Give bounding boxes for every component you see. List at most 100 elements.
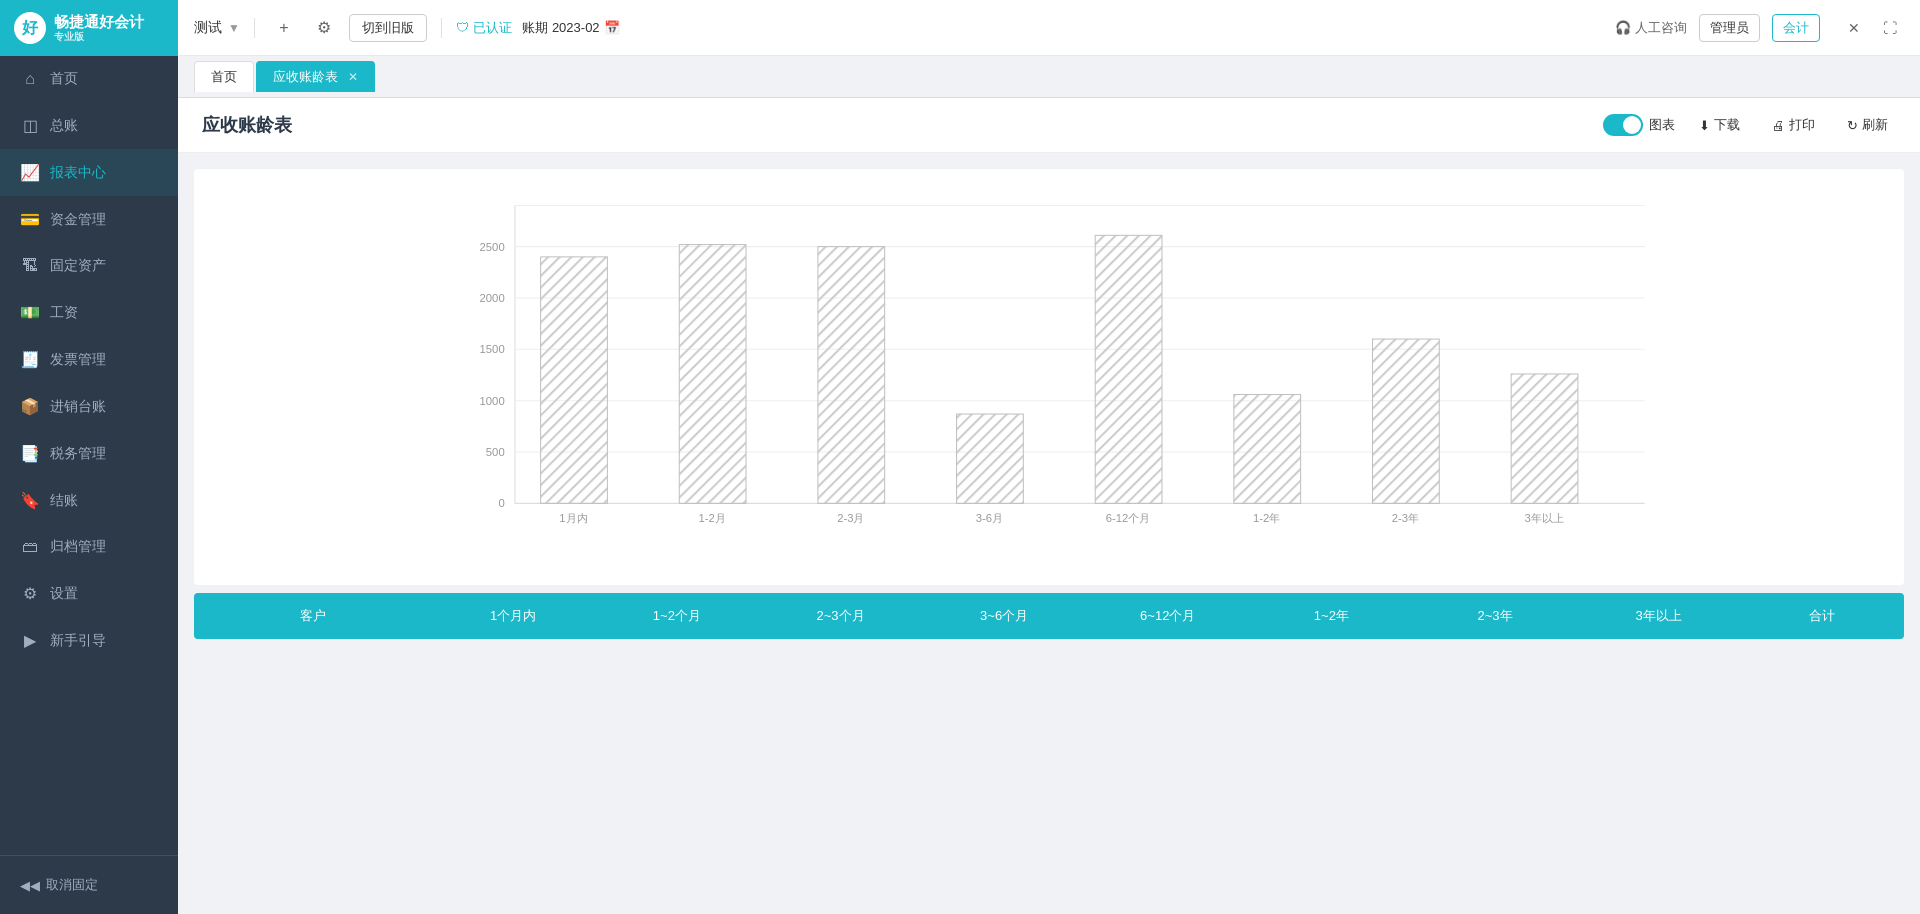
sidebar-item-label: 首页 — [50, 70, 78, 88]
topbar-right: 🎧 人工咨询 管理员 会计 ✕ ⛶ — [1615, 14, 1904, 42]
sidebar-item-wages[interactable]: 💵 工资 — [0, 289, 178, 336]
svg-text:1500: 1500 — [480, 343, 505, 355]
tab-home[interactable]: 首页 — [194, 61, 254, 92]
main-area: 测试 ▼ + ⚙ 切到旧版 🛡 已认证 账期 2023-02 📅 🎧 人工咨询 … — [178, 0, 1920, 914]
page-header: 应收账龄表 图表 ⬇ 下载 🖨 打印 ↻ 刷新 — [178, 98, 1920, 153]
th-3-6month: 3~6个月 — [922, 593, 1086, 639]
sidebar-item-archive[interactable]: 🗃 归档管理 — [0, 524, 178, 570]
svg-text:3年以上: 3年以上 — [1524, 512, 1563, 524]
table-header: 客户 1个月内 1~2个月 2~3个月 3~6个月 6~12个月 1~2年 2~… — [194, 593, 1904, 639]
tab-close-icon[interactable]: ✕ — [348, 70, 358, 84]
window-controls: ✕ ⛶ — [1840, 14, 1904, 42]
bar-4 — [957, 414, 1024, 503]
svg-text:1-2年: 1-2年 — [1253, 512, 1280, 524]
content-area: 应收账龄表 图表 ⬇ 下载 🖨 打印 ↻ 刷新 — [178, 98, 1920, 914]
project-selector[interactable]: 测试 ▼ — [194, 19, 240, 37]
close-window-button[interactable]: ✕ — [1840, 14, 1868, 42]
sidebar-item-label: 进销台账 — [50, 398, 106, 416]
page-actions: 图表 ⬇ 下载 🖨 打印 ↻ 刷新 — [1603, 112, 1896, 138]
print-icon: 🖨 — [1772, 118, 1785, 133]
sidebar-item-stock[interactable]: 📦 进销台账 — [0, 383, 178, 430]
bar-8 — [1511, 374, 1578, 503]
sidebar-item-label: 归档管理 — [50, 538, 106, 556]
dropdown-icon: ▼ — [228, 21, 240, 35]
assets-icon: 🏗 — [20, 257, 40, 275]
sidebar-item-label: 结账 — [50, 492, 78, 510]
wages-icon: 💵 — [20, 303, 40, 322]
archive-icon: 🗃 — [20, 538, 40, 556]
add-button[interactable]: + — [269, 13, 299, 43]
plus-icon: + — [279, 19, 288, 37]
chart-toggle-switch[interactable] — [1603, 114, 1643, 136]
th-1month: 1个月内 — [431, 593, 595, 639]
topbar: 测试 ▼ + ⚙ 切到旧版 🛡 已认证 账期 2023-02 📅 🎧 人工咨询 … — [178, 0, 1920, 56]
app-name: 畅捷通好会计 — [54, 13, 144, 31]
svg-text:500: 500 — [486, 446, 505, 458]
shield-icon: 🛡 — [456, 20, 469, 35]
sidebar-item-guide[interactable]: ▶ 新手引导 — [0, 617, 178, 664]
sidebar-item-reports[interactable]: 📈 报表中心 — [0, 149, 178, 196]
bar-1 — [541, 257, 608, 503]
svg-text:2-3月: 2-3月 — [837, 512, 864, 524]
sidebar-item-tax[interactable]: 📑 税务管理 — [0, 430, 178, 477]
bar-chart: 0 500 1000 1500 2000 2500 1月内 1-2月 2-3月 — [210, 185, 1888, 565]
th-6-12month: 6~12个月 — [1086, 593, 1250, 639]
svg-text:3-6月: 3-6月 — [976, 512, 1003, 524]
sidebar: 好 畅捷通好会计 专业版 ⌂ 首页 ◫ 总账 📈 报表中心 💳 资金管理 🏗 固… — [0, 0, 178, 914]
tab-aging-report[interactable]: 应收账龄表 ✕ — [256, 61, 375, 92]
calendar-icon[interactable]: 📅 — [604, 20, 620, 35]
download-button[interactable]: ⬇ 下载 — [1691, 112, 1748, 138]
th-1-2month: 1~2个月 — [595, 593, 759, 639]
switch-version-button[interactable]: 切到旧版 — [349, 14, 427, 42]
th-total: 合计 — [1740, 593, 1904, 639]
stock-icon: 📦 — [20, 397, 40, 416]
chart-toggle: 图表 — [1603, 114, 1675, 136]
bar-5 — [1095, 235, 1162, 503]
sidebar-item-close[interactable]: 🔖 结账 — [0, 477, 178, 524]
consult-label: 人工咨询 — [1635, 19, 1687, 37]
th-2-3year: 2~3年 — [1413, 593, 1577, 639]
cancel-fixed-btn[interactable]: ◀◀ 取消固定 — [0, 866, 178, 904]
svg-text:0: 0 — [498, 497, 504, 509]
sidebar-item-invoices[interactable]: 🧾 发票管理 — [0, 336, 178, 383]
role-button[interactable]: 会计 — [1772, 14, 1820, 42]
tab-aging-report-label: 应收账龄表 — [273, 68, 338, 86]
sidebar-item-funds[interactable]: 💳 资金管理 — [0, 196, 178, 243]
aging-table: 客户 1个月内 1~2个月 2~3个月 3~6个月 6~12个月 1~2年 2~… — [194, 593, 1904, 639]
sidebar-item-assets[interactable]: 🏗 固定资产 — [0, 243, 178, 289]
print-button[interactable]: 🖨 打印 — [1764, 112, 1823, 138]
svg-text:2000: 2000 — [480, 292, 505, 304]
sidebar-nav: ⌂ 首页 ◫ 总账 📈 报表中心 💳 资金管理 🏗 固定资产 💵 工资 🧾 发票… — [0, 56, 178, 855]
funds-icon: 💳 — [20, 210, 40, 229]
sidebar-item-home[interactable]: ⌂ 首页 — [0, 56, 178, 102]
user-button[interactable]: 管理员 — [1699, 14, 1760, 42]
sidebar-item-label: 总账 — [50, 117, 78, 135]
sidebar-item-settings[interactable]: ⚙ 设置 — [0, 570, 178, 617]
print-label: 打印 — [1789, 116, 1815, 134]
settings-button[interactable]: ⚙ — [309, 13, 339, 43]
sidebar-footer: ◀◀ 取消固定 — [0, 855, 178, 914]
tax-icon: 📑 — [20, 444, 40, 463]
th-1-2year: 1~2年 — [1250, 593, 1414, 639]
cancel-fixed-label: 取消固定 — [46, 876, 98, 894]
svg-text:2500: 2500 — [480, 241, 505, 253]
ledger-icon: ◫ — [20, 116, 40, 135]
refresh-button[interactable]: ↻ 刷新 — [1839, 112, 1896, 138]
period-label: 账期 — [522, 19, 548, 37]
sidebar-item-label: 新手引导 — [50, 632, 106, 650]
svg-text:2-3年: 2-3年 — [1392, 512, 1419, 524]
th-2-3month: 2~3个月 — [759, 593, 923, 639]
app-subtitle: 专业版 — [54, 31, 144, 43]
headset-icon: 🎧 — [1615, 20, 1631, 35]
logo-icon: 好 — [14, 12, 46, 44]
tabbar: 首页 应收账龄表 ✕ — [178, 56, 1920, 98]
accounting-period: 账期 2023-02 📅 — [522, 19, 620, 37]
svg-text:1月内: 1月内 — [559, 512, 587, 524]
invoices-icon: 🧾 — [20, 350, 40, 369]
sidebar-item-ledger[interactable]: ◫ 总账 — [0, 102, 178, 149]
consult-button[interactable]: 🎧 人工咨询 — [1615, 19, 1687, 37]
maximize-window-button[interactable]: ⛶ — [1876, 14, 1904, 42]
sidebar-item-label: 税务管理 — [50, 445, 106, 463]
topbar-divider-1 — [254, 18, 255, 38]
bar-7 — [1373, 339, 1440, 503]
